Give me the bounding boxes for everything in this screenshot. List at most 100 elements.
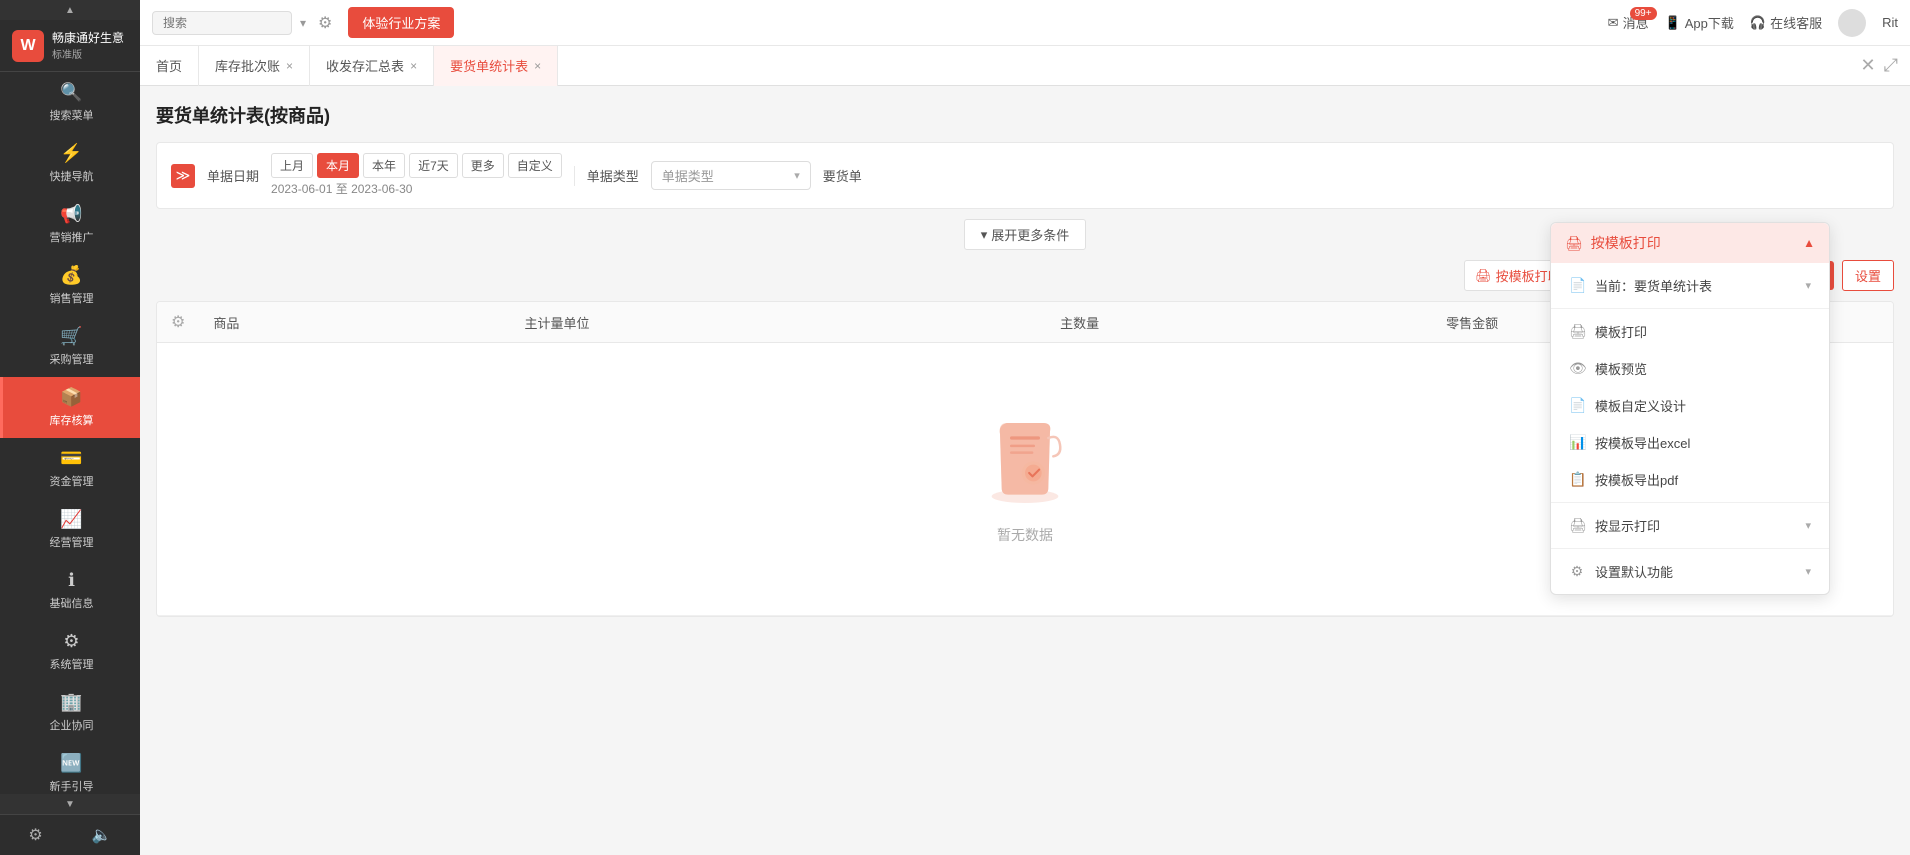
template-preview-item[interactable]: 👁 模板预览 xyxy=(1551,350,1829,387)
app-sub: 标准版 xyxy=(52,46,124,61)
date-btn-more[interactable]: 更多 xyxy=(462,153,504,178)
type-select-arrow-icon: ▾ xyxy=(794,169,800,182)
sidebar-item-label: 基础信息 xyxy=(50,595,94,611)
sales-icon: 💰 xyxy=(60,265,82,286)
avatar[interactable] xyxy=(1838,9,1866,37)
template-export-excel-item[interactable]: 📊 按模板导出excel xyxy=(1551,424,1829,461)
filter-expand-button[interactable]: ≫ xyxy=(171,164,195,188)
app-download-button[interactable]: 📱 App下载 xyxy=(1665,13,1734,32)
date-btn-this-month[interactable]: 本月 xyxy=(317,153,359,178)
sidebar-logo: W 畅康通好生意 标准版 xyxy=(0,20,140,72)
sidebar-bottom: ⚙ 🔈 xyxy=(0,814,140,855)
tab-receipt-summary[interactable]: 收发存汇总表 × xyxy=(310,46,434,86)
search-input[interactable] xyxy=(152,11,292,35)
expand-more-button[interactable]: ▾ 展开更多条件 xyxy=(964,219,1087,250)
table-settings-col: ⚙ xyxy=(157,302,199,343)
sidebar-item-sales[interactable]: 💰 销售管理 xyxy=(0,255,140,316)
sidebar-item-marketing[interactable]: 📢 营销推广 xyxy=(0,194,140,255)
tab-order-stats-close[interactable]: × xyxy=(534,59,541,73)
template-print-label: 模板打印 xyxy=(1595,322,1811,341)
empty-illustration xyxy=(975,413,1075,513)
tab-inventory-batch[interactable]: 库存批次账 × xyxy=(199,46,310,86)
sidebar-scroll-up[interactable]: ▲ xyxy=(0,0,140,20)
download-icon: 📱 xyxy=(1665,15,1681,31)
purchase-icon: 🛒 xyxy=(60,326,82,347)
template-export-pdf-item[interactable]: 📋 按模板导出pdf xyxy=(1551,461,1829,498)
sidebar-nav: 🔍 搜索菜单 ⚡ 快捷导航 📢 营销推广 💰 销售管理 🛒 采购管理 📦 库存核… xyxy=(0,72,140,794)
service-icon: 🎧 xyxy=(1750,15,1766,31)
display-print-section: 🖨 按显示打印 ▾ xyxy=(1551,503,1829,549)
table-settings-icon[interactable]: ⚙ xyxy=(171,314,185,331)
search-icon: 🔍 xyxy=(60,82,82,103)
chevron-down-icon[interactable]: ▾ xyxy=(300,16,306,30)
page-title: 要货单统计表(按商品) xyxy=(156,102,1894,128)
sidebar-item-finance[interactable]: 💳 资金管理 xyxy=(0,438,140,499)
sidebar-item-label: 快捷导航 xyxy=(50,168,94,184)
enterprise-icon: 🏢 xyxy=(60,692,82,713)
display-print-item[interactable]: 🖨 按显示打印 ▾ xyxy=(1551,507,1829,544)
display-print-label: 按显示打印 xyxy=(1595,516,1795,535)
settings-bottom-icon[interactable]: ⚙ xyxy=(28,825,42,845)
date-group: 上月 本月 本年 近7天 更多 自定义 2023-06-01 至 2023-06… xyxy=(271,153,562,198)
marketing-icon: 📢 xyxy=(60,204,82,225)
expand-more-label: 展开更多条件 xyxy=(991,225,1069,244)
page-content: 要货单统计表(按商品) ≫ 单据日期 上月 本月 本年 近7天 更多 自定义 2… xyxy=(140,86,1910,855)
sidebar-item-guide[interactable]: 🆕 新手引导 xyxy=(0,743,140,794)
tabs-actions: ✕ ⤢ xyxy=(1861,55,1910,76)
topbar: ▾ ⚙ 体验行业方案 ✉ 消息 99+ 📱 App下载 🎧 在线客服 Rit xyxy=(140,0,1910,46)
sidebar-item-system[interactable]: ⚙ 系统管理 xyxy=(0,621,140,682)
sidebar-item-inventory[interactable]: 📦 库存核算 xyxy=(0,377,140,438)
app-name: 畅康通好生意 xyxy=(52,30,124,47)
template-export-pdf-icon: 📋 xyxy=(1569,471,1585,488)
tab-home[interactable]: 首页 xyxy=(140,46,199,86)
template-preview-label: 模板预览 xyxy=(1595,359,1811,378)
gear-icon[interactable]: ⚙ xyxy=(318,13,332,33)
col-unit: 主计量单位 xyxy=(510,302,1046,343)
sidebar-item-operation[interactable]: 📈 经营管理 xyxy=(0,499,140,560)
sidebar-item-enterprise[interactable]: 🏢 企业协同 xyxy=(0,682,140,743)
template-design-item[interactable]: 📄 模板自定义设计 xyxy=(1551,387,1829,424)
default-func-item[interactable]: ⚙ 设置默认功能 ▾ xyxy=(1551,553,1829,590)
print-dropdown-header[interactable]: 🖨 按模板打印 ▲ xyxy=(1551,223,1829,263)
printer-header-icon: 🖨 xyxy=(1565,235,1583,252)
sidebar-item-label: 库存核算 xyxy=(50,412,94,428)
sidebar-item-quick-nav[interactable]: ⚡ 快捷导航 xyxy=(0,133,140,194)
type-select[interactable]: 单据类型 ▾ xyxy=(651,161,811,190)
template-print-item[interactable]: 🖨 模板打印 xyxy=(1551,313,1829,350)
tab-receipt-summary-close[interactable]: × xyxy=(410,59,417,73)
template-preview-icon: 👁 xyxy=(1569,360,1585,377)
sidebar-item-basic[interactable]: ℹ 基础信息 xyxy=(0,560,140,621)
quick-nav-icon: ⚡ xyxy=(60,143,82,164)
finance-icon: 💳 xyxy=(60,448,82,469)
sidebar-item-search[interactable]: 🔍 搜索菜单 xyxy=(0,72,140,133)
operation-icon: 📈 xyxy=(60,509,82,530)
print-dropdown-title-group: 🖨 按模板打印 xyxy=(1565,233,1661,253)
tab-order-stats[interactable]: 要货单统计表 × xyxy=(434,46,558,86)
default-func-section: ⚙ 设置默认功能 ▾ xyxy=(1551,549,1829,594)
message-button[interactable]: ✉ 消息 99+ xyxy=(1608,13,1649,32)
try-solution-button[interactable]: 体验行业方案 xyxy=(348,7,454,38)
tab-close-all-icon[interactable]: ✕ xyxy=(1861,55,1876,76)
print-dropdown-title: 按模板打印 xyxy=(1591,233,1661,253)
expand-more-icon: ▾ xyxy=(981,227,988,243)
tab-expand-icon[interactable]: ⤢ xyxy=(1884,55,1898,76)
type-filter-label: 单据类型 xyxy=(587,166,639,185)
date-btn-custom[interactable]: 自定义 xyxy=(508,153,562,178)
message-badge: 99+ xyxy=(1630,7,1657,20)
sidebar-scroll-down[interactable]: ▼ xyxy=(0,794,140,814)
date-btn-7days[interactable]: 近7天 xyxy=(409,153,458,178)
speaker-icon[interactable]: 🔈 xyxy=(92,825,112,845)
print-current-label: 当前：要货单统计表 xyxy=(1595,276,1795,295)
date-btn-last-month[interactable]: 上月 xyxy=(271,153,313,178)
online-service-button[interactable]: 🎧 在线客服 xyxy=(1750,13,1822,32)
template-design-label: 模板自定义设计 xyxy=(1595,396,1811,415)
topbar-right: ✉ 消息 99+ 📱 App下载 🎧 在线客服 Rit xyxy=(1608,9,1898,37)
print-current-item[interactable]: 📄 当前：要货单统计表 ▾ xyxy=(1551,267,1829,304)
username-label: Rit xyxy=(1882,15,1898,30)
sidebar-item-purchase[interactable]: 🛒 采购管理 xyxy=(0,316,140,377)
settings-button[interactable]: 设置 xyxy=(1842,260,1894,291)
tab-inventory-batch-close[interactable]: × xyxy=(286,59,293,73)
guide-icon: 🆕 xyxy=(60,753,82,774)
date-btn-this-year[interactable]: 本年 xyxy=(363,153,405,178)
message-icon: ✉ xyxy=(1608,15,1619,31)
